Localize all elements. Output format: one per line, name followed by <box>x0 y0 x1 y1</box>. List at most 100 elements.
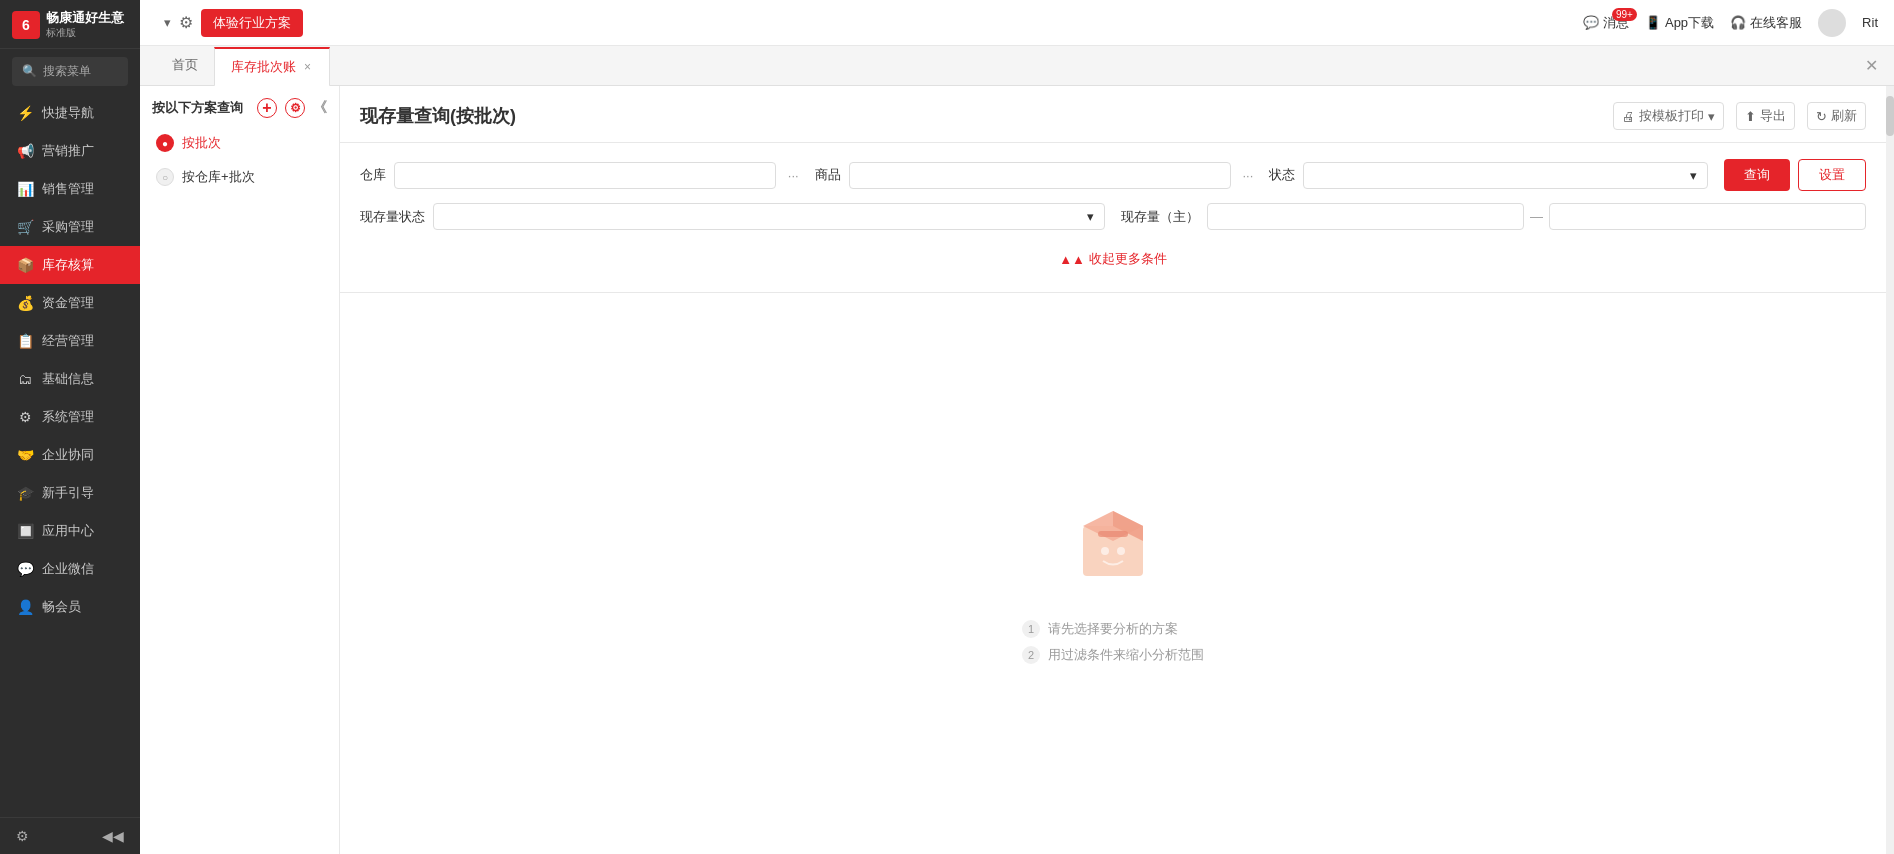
add-scheme-button[interactable]: + <box>257 98 277 118</box>
sidebar-item-inventory[interactable]: 📦 库存核算 <box>0 246 140 284</box>
product-more-icon[interactable]: ··· <box>1243 168 1254 183</box>
search-icon: 🔍 <box>22 64 37 78</box>
operations-icon: 📋 <box>16 332 34 350</box>
qty-max-input[interactable] <box>1549 203 1866 230</box>
sidebar-nav: ⚡ 快捷导航 📢 营销推广 📊 销售管理 🛒 采购管理 📦 库存核算 💰 <box>0 94 140 817</box>
message-icon: 💬 <box>1583 15 1599 30</box>
svg-point-4 <box>1101 547 1109 555</box>
content-area: 按以下方案查询 + ⚙ 《 ● 按批次 ○ 按仓库+批次 <box>140 86 1894 854</box>
topbar-right: 💬 消息 99+ 📱 App下载 🎧 在线客服 Rit <box>1583 9 1878 37</box>
tabs-bar: 首页 库存批次账 × ✕ <box>140 46 1894 86</box>
user-avatar[interactable] <box>1818 9 1846 37</box>
warehouse-field: 仓库 ··· <box>360 162 799 189</box>
sidebar-item-quick-nav[interactable]: ⚡ 快捷导航 <box>0 94 140 132</box>
online-service-button[interactable]: 🎧 在线客服 <box>1730 14 1802 32</box>
sidebar-item-app-center[interactable]: 🔲 应用中心 <box>0 512 140 550</box>
app-download-button[interactable]: 📱 App下载 <box>1645 14 1714 32</box>
scheme-dot-inactive: ○ <box>156 168 174 186</box>
settings-footer-icon[interactable]: ⚙ <box>16 828 29 844</box>
message-button[interactable]: 💬 消息 99+ <box>1583 14 1629 32</box>
refresh-icon: ↻ <box>1816 109 1827 124</box>
status-select[interactable]: ▾ <box>1303 162 1708 189</box>
scheme-item-batch[interactable]: ● 按批次 <box>140 126 339 160</box>
refresh-btn[interactable]: ↻ 刷新 <box>1807 102 1866 130</box>
query-action-area: 查询 设置 <box>1724 159 1866 191</box>
page-header: 现存量查询(按批次) 🖨 按模板打印 ▾ ⬆ 导出 ↻ <box>340 86 1886 143</box>
collapse-arrow-icon: ▲▲ <box>1059 252 1085 267</box>
search-menu-button[interactable]: 🔍 搜索菜单 <box>12 57 128 86</box>
print-icon: 🖨 <box>1622 109 1635 124</box>
product-input[interactable] <box>849 162 1231 189</box>
settings-button[interactable]: 设置 <box>1798 159 1866 191</box>
collapse-conditions-row[interactable]: ▲▲ 收起更多条件 <box>360 242 1866 276</box>
right-scrollbar[interactable] <box>1886 86 1894 854</box>
filter-panel-actions: + ⚙ 《 <box>257 98 327 118</box>
inventory-status-arrow: ▾ <box>1087 209 1094 224</box>
sidebar-item-base-info[interactable]: 🗂 基础信息 <box>0 360 140 398</box>
topbar-settings-icon[interactable]: ⚙ <box>179 13 193 32</box>
sidebar-item-purchase[interactable]: 🛒 采购管理 <box>0 208 140 246</box>
newbie-icon: 🎓 <box>16 484 34 502</box>
sidebar-item-collab[interactable]: 🤝 企业协同 <box>0 436 140 474</box>
warehouse-label: 仓库 <box>360 166 386 184</box>
sidebar-item-finance[interactable]: 💰 资金管理 <box>0 284 140 322</box>
sidebar-item-member[interactable]: 👤 畅会员 <box>0 588 140 626</box>
print-dropdown-icon[interactable]: ▾ <box>1708 109 1715 124</box>
base-info-icon: 🗂 <box>16 370 34 388</box>
sidebar-item-system[interactable]: ⚙ 系统管理 <box>0 398 140 436</box>
empty-hints: 1 请先选择要分析的方案 2 用过滤条件来缩小分析范围 <box>1022 620 1204 672</box>
panel-close-button[interactable]: ✕ <box>1849 56 1894 75</box>
export-btn[interactable]: ⬆ 导出 <box>1736 102 1795 130</box>
sidebar-item-wechat[interactable]: 💬 企业微信 <box>0 550 140 588</box>
tab-home[interactable]: 首页 <box>156 46 214 86</box>
sidebar-header: 6 畅康通好生意 标准版 <box>0 0 140 49</box>
tab-close-icon[interactable]: × <box>302 58 313 76</box>
sidebar-item-newbie[interactable]: 🎓 新手引导 <box>0 474 140 512</box>
topbar-dropdown-icon[interactable]: ▾ <box>164 15 171 30</box>
query-button[interactable]: 查询 <box>1724 159 1790 191</box>
inventory-status-label: 现存量状态 <box>360 208 425 226</box>
warehouse-more-icon[interactable]: ··· <box>788 168 799 183</box>
page-actions: 🖨 按模板打印 ▾ ⬆ 导出 ↻ 刷新 <box>1613 102 1866 130</box>
qty-min-input[interactable] <box>1207 203 1524 230</box>
settings-scheme-button[interactable]: ⚙ <box>285 98 305 118</box>
app-title: 畅康通好生意 标准版 <box>46 10 124 40</box>
service-icon: 🎧 <box>1730 15 1746 30</box>
sidebar-item-operations[interactable]: 📋 经营管理 <box>0 322 140 360</box>
inventory-status-select[interactable]: ▾ <box>433 203 1105 230</box>
scrollbar-thumb[interactable] <box>1886 96 1894 136</box>
empty-hint-2: 2 用过滤条件来缩小分析范围 <box>1022 646 1204 664</box>
filter-panel-header: 按以下方案查询 + ⚙ 《 <box>140 98 339 126</box>
svg-point-5 <box>1117 547 1125 555</box>
scheme-dot-active: ● <box>156 134 174 152</box>
collapse-sidebar-icon[interactable]: ◀◀ <box>102 828 124 844</box>
inventory-qty-field: 现存量（主） — <box>1121 203 1866 230</box>
qty-separator: — <box>1530 209 1543 224</box>
tab-inventory-batch[interactable]: 库存批次账 × <box>214 47 330 87</box>
experience-btn[interactable]: 体验行业方案 <box>201 9 303 37</box>
username-label[interactable]: Rit <box>1862 15 1878 30</box>
warehouse-input[interactable] <box>394 162 776 189</box>
topbar: ▾ ⚙ 体验行业方案 💬 消息 99+ 📱 App下载 🎧 在线客服 <box>140 0 1894 46</box>
filter-row-2: 现存量状态 ▾ 现存量（主） — <box>360 203 1866 230</box>
product-field: 商品 ··· <box>815 162 1254 189</box>
filter-form-area: 仓库 ··· 商品 ··· 状态 <box>340 143 1886 293</box>
member-icon: 👤 <box>16 598 34 616</box>
scheme-item-warehouse-batch[interactable]: ○ 按仓库+批次 <box>140 160 339 194</box>
svg-rect-3 <box>1098 531 1128 537</box>
sidebar-search-area: 🔍 搜索菜单 <box>0 49 140 94</box>
app-download-icon: 📱 <box>1645 15 1661 30</box>
topbar-left: ▾ ⚙ 体验行业方案 <box>156 9 1571 37</box>
inventory-status-field: 现存量状态 ▾ <box>360 203 1105 230</box>
print-btn[interactable]: 🖨 按模板打印 ▾ <box>1613 102 1724 130</box>
sidebar-item-marketing[interactable]: 📢 营销推广 <box>0 132 140 170</box>
filter-scheme-panel: 按以下方案查询 + ⚙ 《 ● 按批次 ○ 按仓库+批次 <box>140 86 340 854</box>
wechat-icon: 💬 <box>16 560 34 578</box>
app-center-icon: 🔲 <box>16 522 34 540</box>
purchase-icon: 🛒 <box>16 218 34 236</box>
sales-icon: 📊 <box>16 180 34 198</box>
collapse-panel-icon[interactable]: 《 <box>313 99 327 117</box>
app-logo-icon: 6 <box>12 11 40 39</box>
sidebar-logo: 6 畅康通好生意 标准版 <box>12 10 128 40</box>
sidebar-item-sales[interactable]: 📊 销售管理 <box>0 170 140 208</box>
